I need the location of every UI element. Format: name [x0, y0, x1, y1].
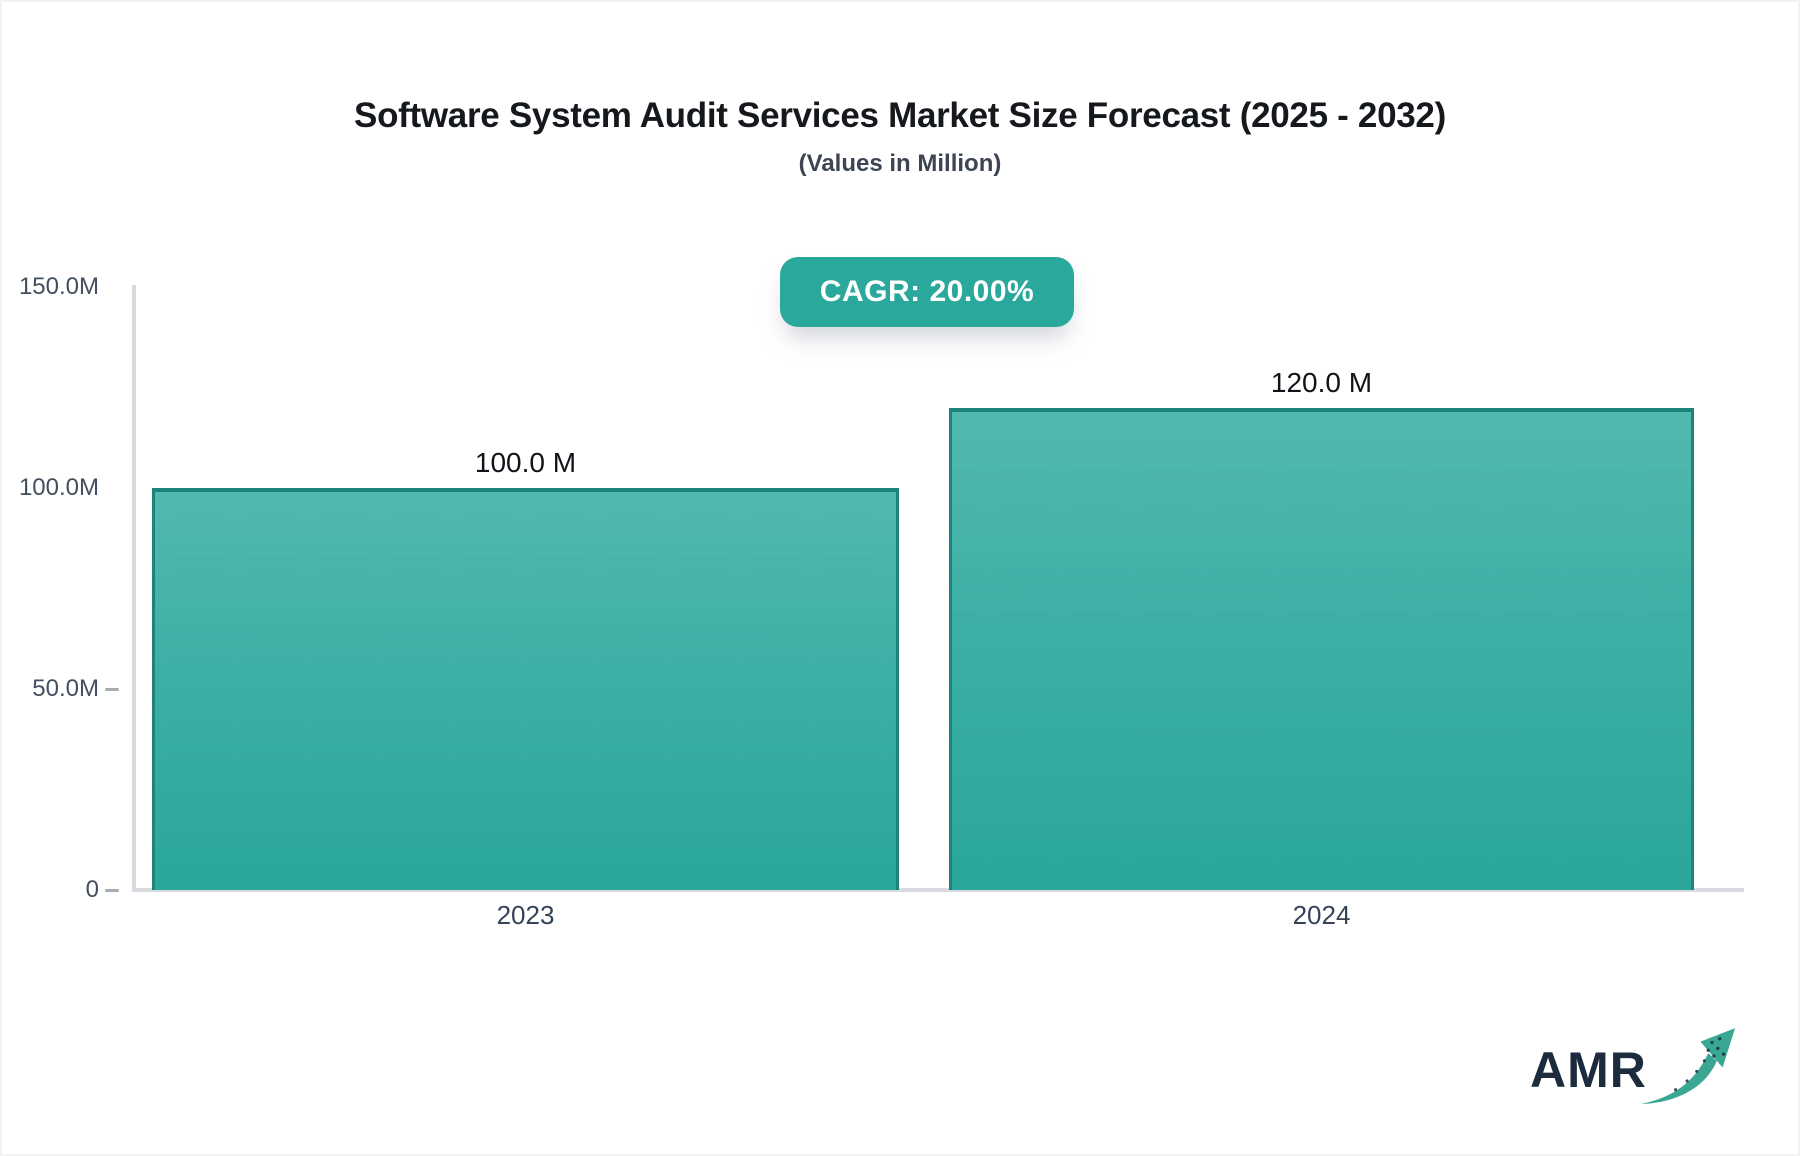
- plot-area: 150.0M100.0M50.0M0 100.0 M120.0 M 202320…: [2, 2, 1800, 1156]
- amr-logo-text: AMR: [1530, 1041, 1647, 1099]
- amr-logo-arrow-icon: [1641, 1026, 1737, 1110]
- amr-logo: AMR: [1530, 1030, 1737, 1110]
- x-axis-labels: 2023 2024: [2, 2, 1800, 1156]
- chart-card: Software System Audit Services Market Si…: [0, 0, 1800, 1156]
- x-axis-label-2024: 2024: [949, 900, 1694, 931]
- x-axis-label-2023: 2023: [152, 900, 899, 931]
